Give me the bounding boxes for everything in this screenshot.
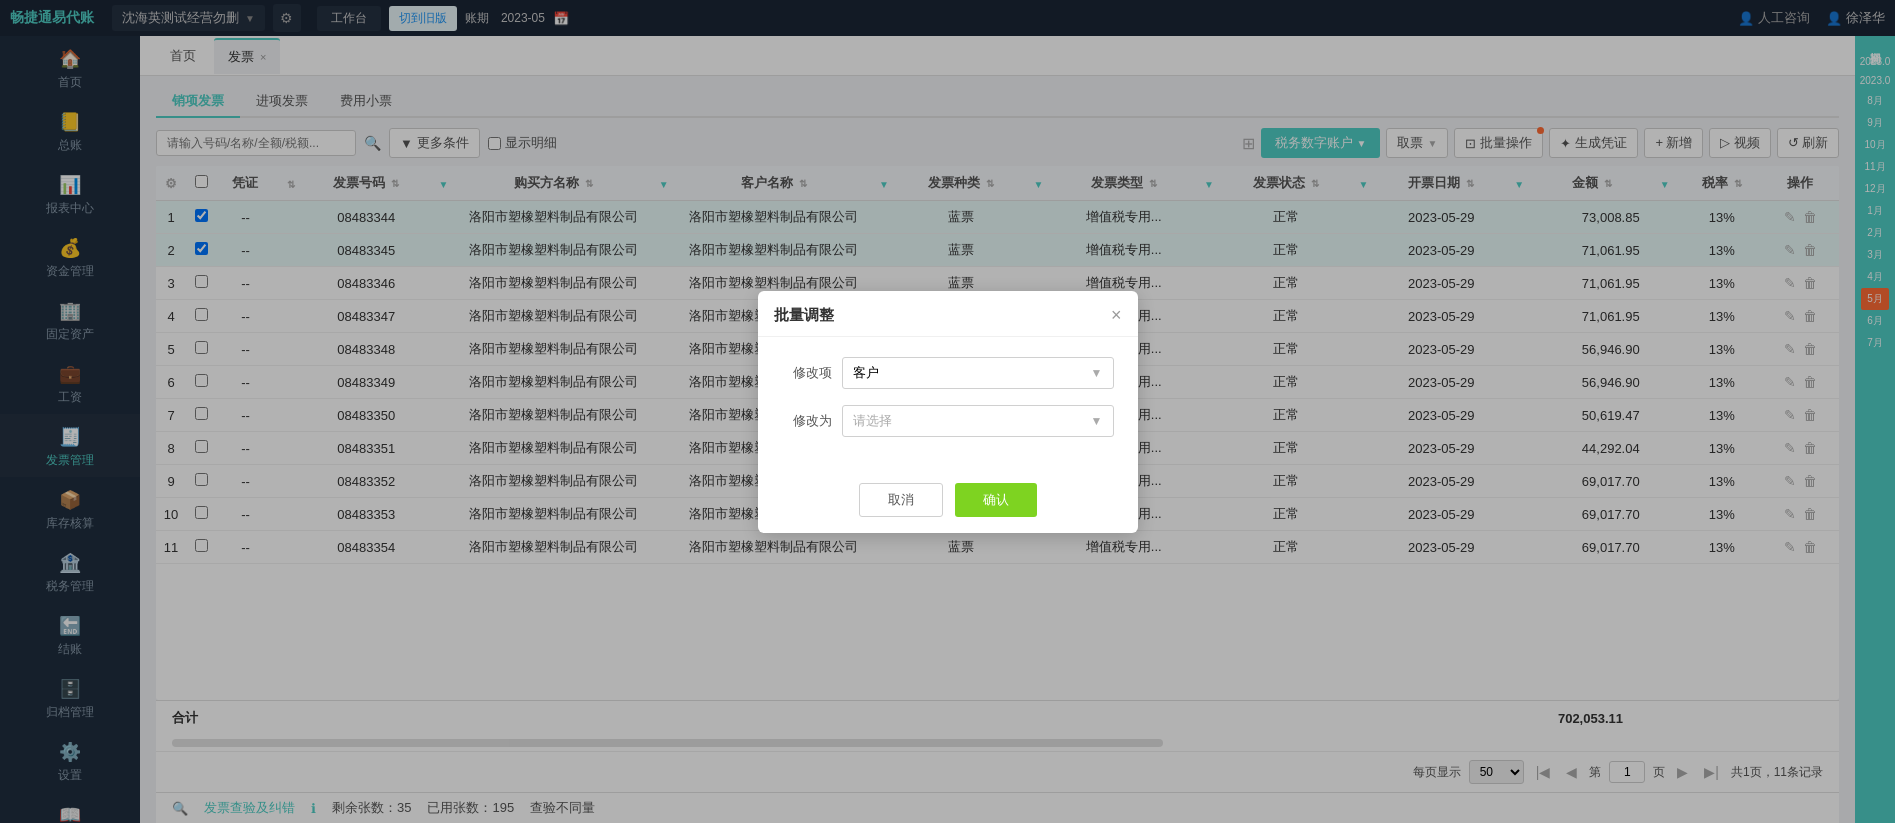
field-select[interactable]: 客户 ▼ — [842, 357, 1114, 389]
cancel-button[interactable]: 取消 — [859, 483, 943, 517]
modal-body: 修改项 客户 ▼ 修改为 请选择 ▼ — [758, 337, 1138, 473]
form-row-field: 修改项 客户 ▼ — [782, 357, 1114, 389]
form-row-value: 修改为 请选择 ▼ — [782, 405, 1114, 437]
confirm-button[interactable]: 确认 — [955, 483, 1037, 517]
modal-footer: 取消 确认 — [758, 473, 1138, 533]
batch-adjust-modal: 批量调整 × 修改项 客户 ▼ 修改为 请选择 ▼ 取消 确认 — [758, 291, 1138, 533]
modal-overlay: 批量调整 × 修改项 客户 ▼ 修改为 请选择 ▼ 取消 确认 — [0, 0, 1895, 823]
modal-header: 批量调整 × — [758, 291, 1138, 337]
value-select[interactable]: 请选择 ▼ — [842, 405, 1114, 437]
value-label: 修改为 — [782, 412, 842, 430]
modal-title: 批量调整 — [774, 306, 834, 325]
field-select-arrow-icon: ▼ — [1091, 366, 1103, 380]
field-label: 修改项 — [782, 364, 842, 382]
field-value: 客户 — [853, 364, 879, 382]
modal-close-button[interactable]: × — [1111, 305, 1122, 326]
value-placeholder: 请选择 — [853, 412, 892, 430]
value-select-arrow-icon: ▼ — [1091, 414, 1103, 428]
